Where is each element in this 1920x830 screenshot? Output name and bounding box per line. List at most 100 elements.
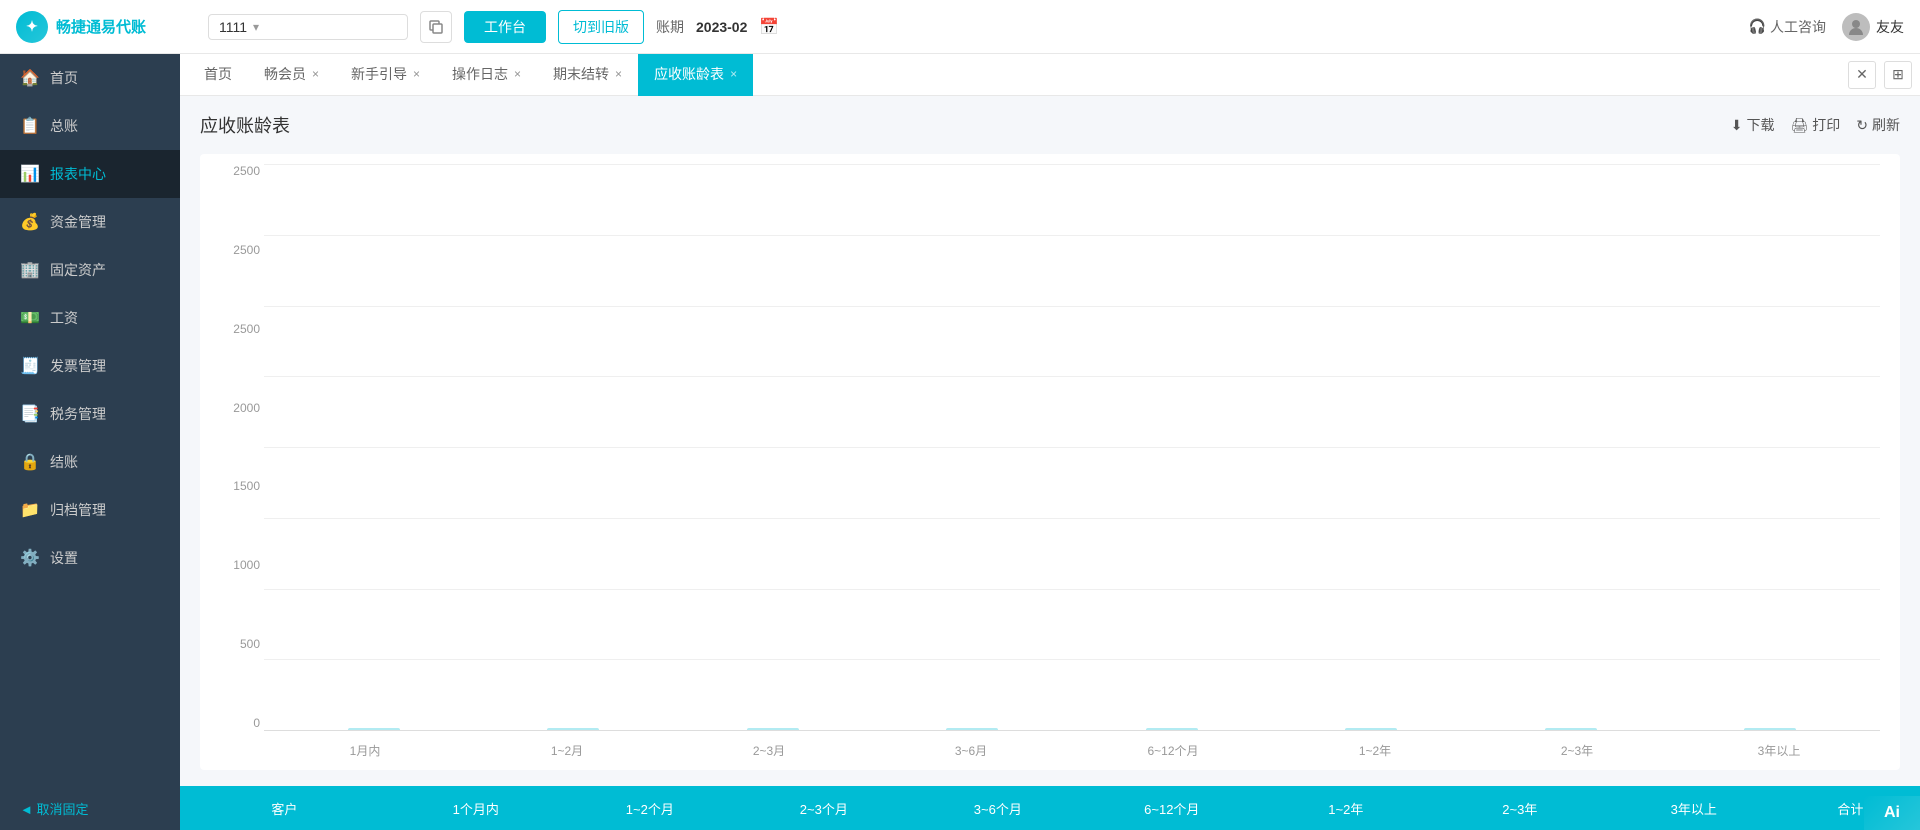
sidebar-item-settings[interactable]: ⚙️ 设置 <box>0 534 180 582</box>
switch-version-button[interactable]: 切到旧版 <box>558 10 644 44</box>
bars-row <box>264 164 1880 730</box>
tab-member[interactable]: 畅会员 × <box>248 54 335 96</box>
sidebar-collapse-button[interactable]: ◄ 取消固定 <box>0 787 180 830</box>
home-icon: 🏠 <box>20 68 40 88</box>
sidebar-label-salary: 工资 <box>50 308 78 328</box>
sidebar-label-home: 首页 <box>50 68 78 88</box>
download-icon: ⬇ <box>1731 117 1743 134</box>
calendar-icon[interactable]: 📅 <box>759 17 779 37</box>
sidebar-item-home[interactable]: 🏠 首页 <box>0 54 180 102</box>
x-label: 1~2月 <box>466 742 668 759</box>
sidebar-label-funds: 资金管理 <box>50 212 106 232</box>
table-header-cell: 3~6个月 <box>911 799 1085 818</box>
sidebar-item-fixed-assets[interactable]: 🏢 固定资产 <box>0 246 180 294</box>
table-header-cell: 3年以上 <box>1607 799 1781 818</box>
logo-icon: ✦ <box>16 11 48 43</box>
page-title: 应收账龄表 <box>200 112 290 138</box>
x-label: 6~12个月 <box>1072 742 1274 759</box>
tab-log-close[interactable]: × <box>514 67 521 81</box>
assets-icon: 🏢 <box>20 260 40 280</box>
refresh-icon: ↻ <box>1856 117 1868 134</box>
tabs-actions: ✕ ⊞ <box>1848 61 1912 89</box>
logo-area: ✦ 畅捷通易代账 <box>16 11 196 43</box>
invoice-icon: 🧾 <box>20 356 40 376</box>
tab-period-end-label: 期末结转 <box>553 64 609 84</box>
sidebar-item-reports[interactable]: 📊 报表中心 <box>0 150 180 198</box>
sidebar-item-archive[interactable]: 📁 归档管理 <box>0 486 180 534</box>
table-header-cell: 1~2年 <box>1259 799 1433 818</box>
reports-icon: 📊 <box>20 164 40 184</box>
tab-log[interactable]: 操作日志 × <box>436 54 537 96</box>
consult-button[interactable]: 🎧 人工咨询 <box>1749 17 1826 37</box>
headset-icon: 🎧 <box>1749 18 1766 35</box>
tab-ar-aging-label: 应收账龄表 <box>654 64 724 84</box>
settings-icon: ⚙️ <box>20 548 40 568</box>
tab-home[interactable]: 首页 <box>188 54 248 96</box>
sidebar-item-invoice[interactable]: 🧾 发票管理 <box>0 342 180 390</box>
x-label: 3年以上 <box>1678 742 1880 759</box>
tab-period-end[interactable]: 期末结转 × <box>537 54 638 96</box>
sidebar-item-checkout[interactable]: 🔒 结账 <box>0 438 180 486</box>
content-area: 首页 畅会员 × 新手引导 × 操作日志 × 期末结转 × 应收账龄表 × <box>180 54 1920 830</box>
tax-icon: 📑 <box>20 404 40 424</box>
print-label: 打印 <box>1812 115 1840 135</box>
x-label: 2~3年 <box>1476 742 1678 759</box>
sidebar-item-salary[interactable]: 💵 工资 <box>0 294 180 342</box>
period-label: 账期 <box>656 17 684 37</box>
table-header: 客户1个月内1~2个月2~3个月3~6个月6~12个月1~2年2~3年3年以上合… <box>180 786 1920 830</box>
tab-period-end-close[interactable]: × <box>615 67 622 81</box>
tab-guide[interactable]: 新手引导 × <box>335 54 436 96</box>
sidebar-label-checkout: 结账 <box>50 452 78 472</box>
user-name: 友友 <box>1876 17 1904 37</box>
consult-label: 人工咨询 <box>1770 17 1826 37</box>
ledger-icon: 📋 <box>20 116 40 136</box>
tab-ar-aging-close[interactable]: × <box>730 67 737 81</box>
user-area[interactable]: 友友 <box>1842 13 1904 41</box>
ai-float-button[interactable]: Ai <box>1864 796 1920 830</box>
toolbar-actions: ⬇ 下载 🖨 打印 ↻ 刷新 <box>1731 115 1900 135</box>
x-labels-row: 1月内1~2月2~3月3~6月6~12个月1~2年2~3年3年以上 <box>264 730 1880 770</box>
download-button[interactable]: ⬇ 下载 <box>1731 115 1775 135</box>
page-content: 应收账龄表 ⬇ 下载 🖨 打印 ↻ 刷新 <box>180 96 1920 786</box>
refresh-button[interactable]: ↻ 刷新 <box>1856 115 1900 135</box>
table-header-cell: 1~2个月 <box>563 799 737 818</box>
print-button[interactable]: 🖨 打印 <box>1790 115 1840 135</box>
tab-ar-aging[interactable]: 应收账龄表 × <box>638 54 753 96</box>
tabs-bar: 首页 畅会员 × 新手引导 × 操作日志 × 期末结转 × 应收账龄表 × <box>180 54 1920 96</box>
chart-container: 2500 2500 2500 2000 1500 1000 500 0 <box>200 154 1900 770</box>
company-selector[interactable]: 1111 ▾ <box>208 14 408 40</box>
table-header-cell: 2~3个月 <box>737 799 911 818</box>
sidebar-item-ledger[interactable]: 📋 总账 <box>0 102 180 150</box>
tab-log-label: 操作日志 <box>452 64 508 84</box>
tab-home-label: 首页 <box>204 64 232 84</box>
checkout-icon: 🔒 <box>20 452 40 472</box>
tab-member-close[interactable]: × <box>312 67 319 81</box>
main-layout: 🏠 首页 📋 总账 📊 报表中心 💰 资金管理 🏢 固定资产 💵 工资 🧾 发票… <box>0 54 1920 830</box>
sidebar-item-funds[interactable]: 💰 资金管理 <box>0 198 180 246</box>
sidebar-item-tax[interactable]: 📑 税务管理 <box>0 390 180 438</box>
table-header-cell: 6~12个月 <box>1085 799 1259 818</box>
sidebar-label-archive: 归档管理 <box>50 500 106 520</box>
maximize-button[interactable]: ⊞ <box>1884 61 1912 89</box>
close-all-tabs-button[interactable]: ✕ <box>1848 61 1876 89</box>
workbench-button[interactable]: 工作台 <box>464 11 546 43</box>
sidebar-label-ledger: 总账 <box>50 116 78 136</box>
x-label: 3~6月 <box>870 742 1072 759</box>
salary-icon: 💵 <box>20 308 40 328</box>
sidebar-label-reports: 报表中心 <box>50 164 106 184</box>
y-label-2000: 2000 <box>233 401 260 415</box>
tab-guide-close[interactable]: × <box>413 67 420 81</box>
page-header: 应收账龄表 ⬇ 下载 🖨 打印 ↻ 刷新 <box>200 112 1900 138</box>
sidebar-label-settings: 设置 <box>50 548 78 568</box>
x-label: 2~3月 <box>668 742 870 759</box>
y-label-1500: 1500 <box>233 479 260 493</box>
funds-icon: 💰 <box>20 212 40 232</box>
y-label-500: 500 <box>240 637 260 651</box>
table-header-cell: 1个月内 <box>389 799 563 818</box>
x-label: 1月内 <box>264 742 466 759</box>
x-label: 1~2年 <box>1274 742 1476 759</box>
top-header: ✦ 畅捷通易代账 1111 ▾ 工作台 切到旧版 账期 2023-02 📅 🎧 … <box>0 0 1920 54</box>
company-name: 1111 <box>219 19 247 35</box>
copy-button[interactable] <box>420 11 452 43</box>
tab-member-label: 畅会员 <box>264 64 306 84</box>
